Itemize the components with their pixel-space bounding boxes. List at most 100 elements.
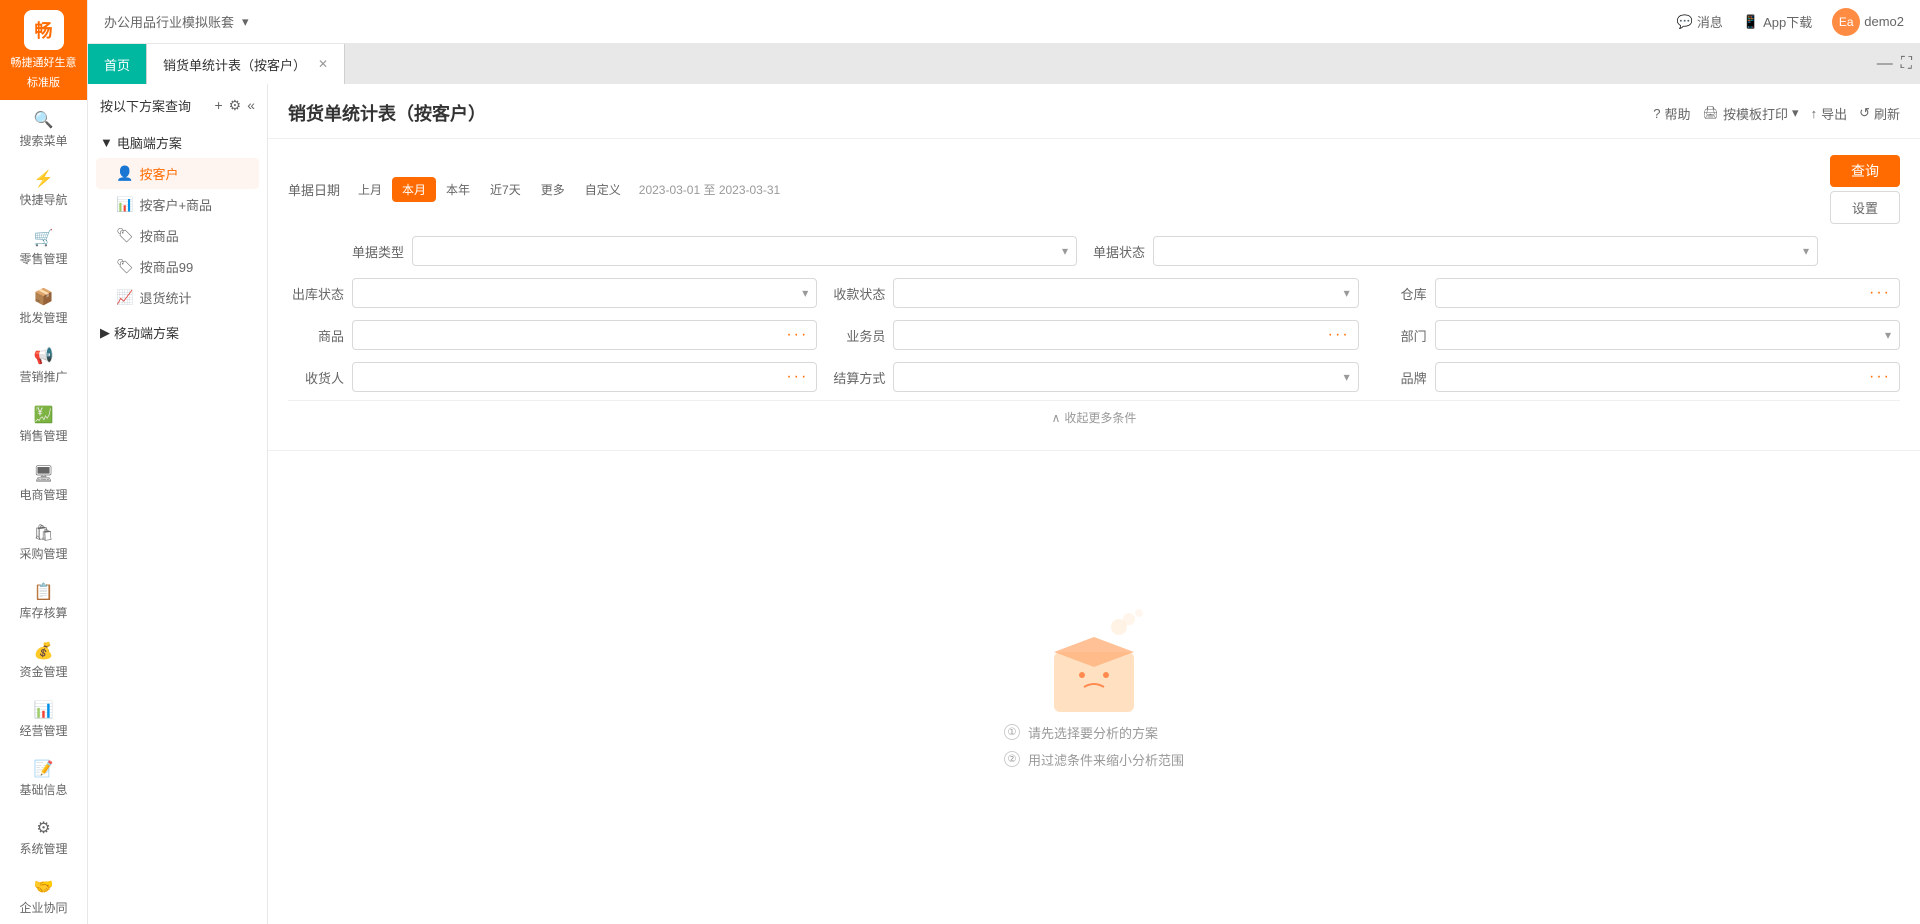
message-icon: 💬 xyxy=(1677,14,1693,30)
delivery-status-cell: 出库状态 ▾ xyxy=(288,278,817,308)
left-panel: 按以下方案查询 + ⚙ « ▼ 电脑端方案 👤 按客户 📊 xyxy=(88,84,268,924)
warehouse-input[interactable]: ··· xyxy=(1435,278,1900,308)
help-button[interactable]: ? 帮助 xyxy=(1653,104,1690,123)
receiver-input[interactable]: ··· xyxy=(352,362,817,392)
salesperson-input[interactable]: ··· xyxy=(893,320,1358,350)
sidebar-item-label: 销售管理 xyxy=(19,427,67,444)
refresh-button[interactable]: ↺ 刷新 xyxy=(1859,104,1900,123)
receiver-dots: ··· xyxy=(786,368,808,386)
doc-status-select[interactable]: ▾ xyxy=(1153,236,1818,266)
tree-desktop-section: ▼ 电脑端方案 👤 按客户 📊 按客户+商品 🏷 按商品 🏷 按商品 xyxy=(88,127,267,313)
tree-item-return-stats[interactable]: 📈 退货统计 xyxy=(88,282,267,313)
message-label: 消息 xyxy=(1697,12,1723,31)
message-button[interactable]: 💬 消息 xyxy=(1677,12,1723,31)
export-button[interactable]: ↑ 导出 xyxy=(1811,104,1848,123)
sidebar-item-inventory[interactable]: 📋 库存核算 xyxy=(0,572,87,631)
payment-status-label: 收款状态 xyxy=(829,284,885,303)
template-print-button[interactable]: 🖨 按模板打印 ▾ xyxy=(1703,104,1799,123)
empty-hint-2: ② 用过滤条件来缩小分析范围 xyxy=(1004,750,1184,769)
add-scheme-button[interactable]: + xyxy=(214,97,222,114)
tree-desktop-parent[interactable]: ▼ 电脑端方案 xyxy=(88,127,267,158)
sidebar-item-marketing[interactable]: 📢 营销推广 xyxy=(0,336,87,395)
warehouse-dots: ··· xyxy=(1869,284,1891,302)
product-input[interactable]: ··· xyxy=(352,320,817,350)
tree-item-label: 退货统计 xyxy=(139,288,191,307)
salesperson-cell: 业务员 ··· xyxy=(829,320,1358,350)
empty-hint-1-text: 请先选择要分析的方案 xyxy=(1028,723,1158,742)
query-button[interactable]: 查询 xyxy=(1830,155,1900,187)
sidebar-item-purchase[interactable]: 🛍 采购管理 xyxy=(0,513,87,572)
filter-area: 单据日期 上月 本月 本年 近7天 更多 自定义 2023-03-01 至 20… xyxy=(268,139,1920,451)
receiver-cell: 收货人 ··· xyxy=(288,362,817,392)
settlement-select[interactable]: ▾ xyxy=(893,362,1358,392)
sidebar-item-wholesale[interactable]: 📦 批发管理 xyxy=(0,277,87,336)
sidebar-item-label: 营销推广 xyxy=(19,368,67,385)
tree-item-label: 按商品99 xyxy=(140,257,193,276)
finance-icon: 💰 xyxy=(34,641,54,661)
more-btn[interactable]: 更多 xyxy=(531,177,575,202)
tree-mobile-parent[interactable]: ▶ 移动端方案 xyxy=(88,317,267,348)
sidebar-item-label: 经营管理 xyxy=(19,722,67,739)
department-select[interactable]: ▾ xyxy=(1435,320,1900,350)
sidebar-item-basic-info[interactable]: 📝 基础信息 xyxy=(0,749,87,808)
doc-status-chevron: ▾ xyxy=(1803,244,1809,258)
operations-icon: 📊 xyxy=(34,700,54,720)
avatar: Ea xyxy=(1832,8,1860,36)
last7-btn[interactable]: 近7天 xyxy=(480,177,531,202)
industry-selector[interactable]: 办公用品行业模拟账套 ▾ xyxy=(104,12,249,31)
sidebar-item-enterprise[interactable]: 🤝 企业协同 xyxy=(0,867,87,924)
tab-minimize-button[interactable]: — xyxy=(1877,55,1893,73)
sidebar-item-label: 采购管理 xyxy=(19,545,67,562)
sidebar-item-quick-nav[interactable]: ⚡ 快捷导航 xyxy=(0,159,87,218)
product-dots: ··· xyxy=(786,326,808,344)
tab-close-icon[interactable]: ✕ xyxy=(318,57,328,71)
sidebar-item-system[interactable]: ⚙ 系统管理 xyxy=(0,808,87,867)
customer-product-icon: 📊 xyxy=(116,196,133,213)
empty-illustration xyxy=(1034,607,1154,707)
payment-status-cell: 收款状态 ▾ xyxy=(829,278,1358,308)
tab-report[interactable]: 销货单统计表（按客户） ✕ xyxy=(147,44,345,84)
delivery-status-select[interactable]: ▾ xyxy=(352,278,817,308)
settings-scheme-button[interactable]: ⚙ xyxy=(229,97,242,114)
tree-item-label: 按客户 xyxy=(139,164,178,183)
brand-input[interactable]: ··· xyxy=(1435,362,1900,392)
current-month-btn[interactable]: 本月 xyxy=(392,177,436,202)
doc-status-label: 单据状态 xyxy=(1089,242,1145,261)
collapse-panel-button[interactable]: « xyxy=(247,97,255,114)
tab-maximize-button[interactable]: ⛶ xyxy=(1901,55,1912,73)
tab-home[interactable]: 首页 xyxy=(88,44,147,84)
template-print-label: 按模板打印 xyxy=(1723,104,1788,123)
tree-item-by-product[interactable]: 🏷 按商品 xyxy=(88,220,267,251)
tree-item-by-customer[interactable]: 👤 按客户 xyxy=(96,158,259,189)
sidebar-item-finance[interactable]: 💰 资金管理 xyxy=(0,631,87,690)
tree-item-by-product99[interactable]: 🏷 按商品99 xyxy=(88,251,267,282)
department-label: 部门 xyxy=(1371,326,1427,345)
tree-item-by-customer-product[interactable]: 📊 按客户+商品 xyxy=(88,189,267,220)
payment-status-select[interactable]: ▾ xyxy=(893,278,1358,308)
sidebar-logo[interactable]: 畅 畅捷通好生意 标准版 xyxy=(0,0,87,100)
current-year-btn[interactable]: 本年 xyxy=(436,177,480,202)
purchase-icon: 🛍 xyxy=(33,523,53,543)
sidebar-item-operations[interactable]: 📊 经营管理 xyxy=(0,690,87,749)
export-icon: ↑ xyxy=(1811,106,1818,121)
sidebar-item-label: 快捷导航 xyxy=(19,191,67,208)
custom-btn[interactable]: 自定义 xyxy=(575,177,631,202)
sidebar-item-search[interactable]: 🔍 搜索菜单 xyxy=(0,100,87,159)
collapse-bar[interactable]: ∧ 收起更多条件 xyxy=(288,400,1900,434)
sidebar-item-sales[interactable]: 💹 销售管理 xyxy=(0,395,87,454)
app-download-label: App下载 xyxy=(1763,12,1812,31)
warehouse-label: 仓库 xyxy=(1371,284,1427,303)
app-download-button[interactable]: 📱 App下载 xyxy=(1743,12,1812,31)
tab-report-label: 销货单统计表（按客户） xyxy=(163,55,306,74)
settings-button[interactable]: 设置 xyxy=(1830,191,1900,224)
sidebar-item-retail[interactable]: 🛒 零售管理 xyxy=(0,218,87,277)
right-panel: 销货单统计表（按客户） ? 帮助 🖨 按模板打印 ▾ ↑ 导出 xyxy=(268,84,1920,924)
system-icon: ⚙ xyxy=(36,818,50,838)
last-month-btn[interactable]: 上月 xyxy=(348,177,392,202)
sidebar-item-ecommerce[interactable]: 🖥 电商管理 xyxy=(0,454,87,513)
user-profile[interactable]: Ea demo2 xyxy=(1832,8,1904,36)
doc-type-select[interactable]: ▾ xyxy=(412,236,1077,266)
product-label: 商品 xyxy=(288,326,344,345)
warehouse-cell: 仓库 ··· xyxy=(1371,278,1900,308)
logo-icon: 畅 xyxy=(24,10,64,50)
